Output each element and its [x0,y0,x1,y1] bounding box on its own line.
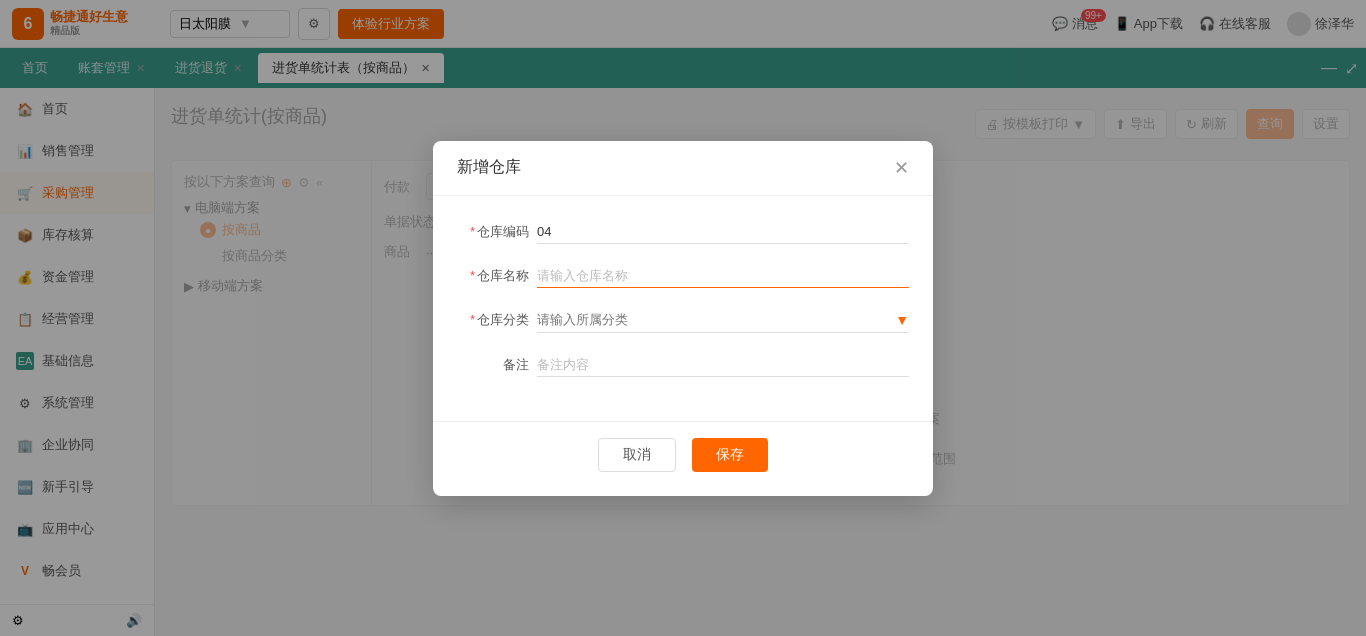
modal-body: 仓库编码 仓库名称 仓库分类 ▼ 备注 [433,196,933,413]
modal-footer: 取消 保存 [433,421,933,496]
new-warehouse-modal: 新增仓库 ✕ 仓库编码 仓库名称 仓库分类 ▼ [433,141,933,496]
notes-input[interactable] [537,353,909,377]
cancel-button[interactable]: 取消 [598,438,676,472]
warehouse-category-label: 仓库分类 [457,311,537,329]
warehouse-name-row: 仓库名称 [457,264,909,288]
warehouse-name-label: 仓库名称 [457,267,537,285]
warehouse-category-input[interactable] [537,312,895,327]
notes-label: 备注 [457,356,537,374]
save-button[interactable]: 保存 [692,438,768,472]
warehouse-category-select[interactable]: ▼ [537,308,909,333]
modal-close-button[interactable]: ✕ [894,157,909,179]
warehouse-category-row: 仓库分类 ▼ [457,308,909,333]
warehouse-code-input[interactable] [537,220,909,244]
modal-overlay: 新增仓库 ✕ 仓库编码 仓库名称 仓库分类 ▼ [0,0,1366,636]
modal-header: 新增仓库 ✕ [433,141,933,196]
dropdown-arrow-icon: ▼ [895,312,909,328]
modal-title: 新增仓库 [457,157,521,178]
warehouse-code-row: 仓库编码 [457,220,909,244]
warehouse-code-label: 仓库编码 [457,223,537,241]
warehouse-name-input[interactable] [537,264,909,288]
notes-row: 备注 [457,353,909,377]
